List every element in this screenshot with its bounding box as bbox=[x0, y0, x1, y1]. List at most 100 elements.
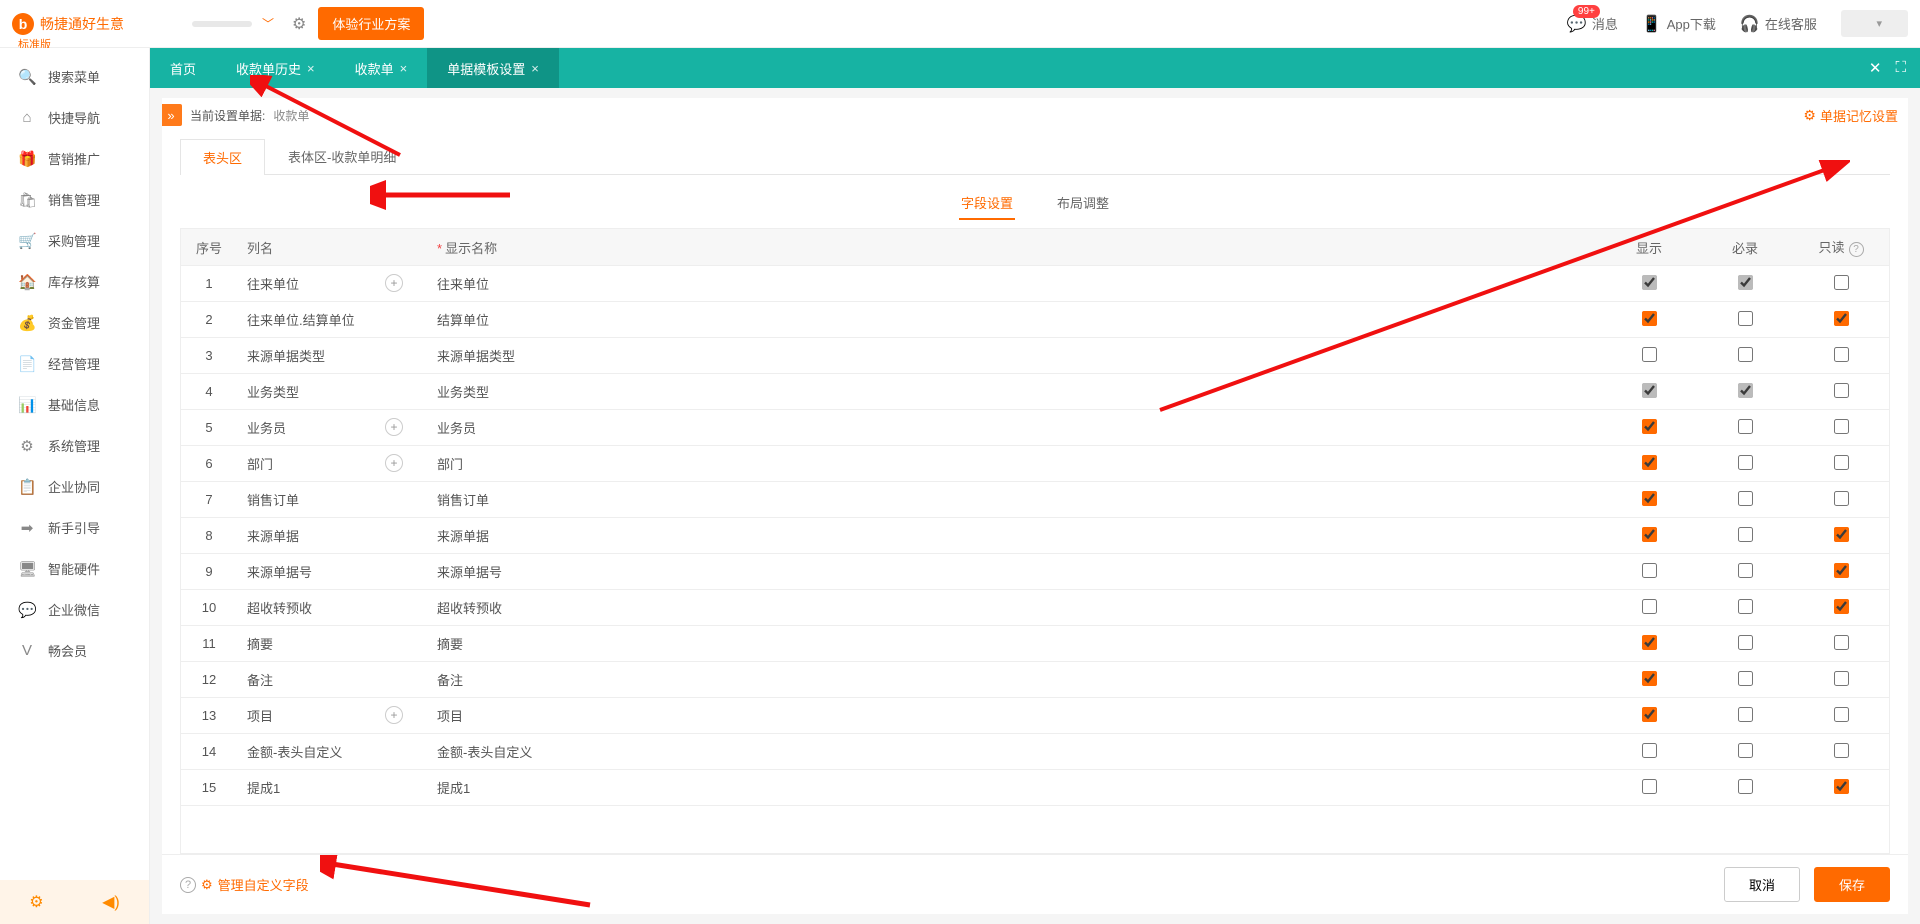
show-checkbox[interactable] bbox=[1642, 491, 1657, 506]
sidebar-item-inventory[interactable]: 🏠库存核算 bbox=[0, 261, 149, 302]
save-button[interactable]: 保存 bbox=[1814, 867, 1890, 902]
sidebar-item-purchase[interactable]: 🛒采购管理 bbox=[0, 220, 149, 261]
row-display[interactable]: 来源单据类型 bbox=[427, 338, 1601, 374]
customer-service-link[interactable]: 🎧 在线客服 bbox=[1740, 14, 1817, 34]
row-display[interactable]: 备注 bbox=[427, 662, 1601, 698]
show-checkbox[interactable] bbox=[1642, 347, 1657, 362]
close-icon[interactable]: × bbox=[531, 61, 539, 76]
sidebar-item-marketing[interactable]: 🎁营销推广 bbox=[0, 138, 149, 179]
sidebar-item-funds[interactable]: 💰资金管理 bbox=[0, 302, 149, 343]
readonly-checkbox[interactable] bbox=[1834, 635, 1849, 650]
sub-tab[interactable]: 字段设置 bbox=[959, 187, 1015, 220]
sidebar-item-member[interactable]: V畅会员 bbox=[0, 630, 149, 671]
add-icon[interactable]: + bbox=[385, 274, 403, 292]
close-icon[interactable]: × bbox=[307, 61, 315, 76]
manage-custom-fields-link[interactable]: ? ⚙ 管理自定义字段 bbox=[180, 875, 309, 894]
readonly-checkbox[interactable] bbox=[1834, 599, 1849, 614]
page-tab[interactable]: 收款单× bbox=[335, 48, 428, 88]
required-checkbox[interactable] bbox=[1738, 563, 1753, 578]
row-display[interactable]: 项目 bbox=[427, 698, 1601, 734]
required-checkbox[interactable] bbox=[1738, 527, 1753, 542]
required-checkbox[interactable] bbox=[1738, 275, 1753, 290]
trial-button[interactable]: 体验行业方案 bbox=[318, 7, 424, 40]
readonly-checkbox[interactable] bbox=[1834, 275, 1849, 290]
readonly-checkbox[interactable] bbox=[1834, 779, 1849, 794]
sub-tab[interactable]: 布局调整 bbox=[1055, 187, 1111, 220]
sidebar-item-quick-nav[interactable]: ⌂快捷导航 bbox=[0, 97, 149, 138]
close-all-icon[interactable]: ✕ bbox=[1869, 59, 1882, 77]
show-checkbox[interactable] bbox=[1642, 275, 1657, 290]
required-checkbox[interactable] bbox=[1738, 779, 1753, 794]
sidebar-item-sales[interactable]: 🛍销售管理 bbox=[0, 179, 149, 220]
readonly-checkbox[interactable] bbox=[1834, 311, 1849, 326]
row-display[interactable]: 往来单位 bbox=[427, 266, 1601, 302]
show-checkbox[interactable] bbox=[1642, 419, 1657, 434]
sidebar-item-wechat-work[interactable]: 💬企业微信 bbox=[0, 589, 149, 630]
row-display[interactable]: 提成1 bbox=[427, 770, 1601, 806]
page-tab[interactable]: 收款单历史× bbox=[216, 48, 335, 88]
row-display[interactable]: 超收转预收 bbox=[427, 590, 1601, 626]
add-icon[interactable]: + bbox=[385, 418, 403, 436]
row-display[interactable]: 业务类型 bbox=[427, 374, 1601, 410]
collapse-icon[interactable]: ◀) bbox=[102, 892, 120, 912]
sidebar-item-beginner-guide[interactable]: ➡新手引导 bbox=[0, 507, 149, 548]
doc-memory-settings-link[interactable]: ⚙ 单据记忆设置 bbox=[1803, 106, 1908, 125]
expand-sidebar-icon[interactable]: » bbox=[162, 104, 182, 126]
readonly-checkbox[interactable] bbox=[1834, 707, 1849, 722]
help-icon[interactable]: ? bbox=[1849, 242, 1864, 257]
readonly-checkbox[interactable] bbox=[1834, 383, 1849, 398]
required-checkbox[interactable] bbox=[1738, 455, 1753, 470]
show-checkbox[interactable] bbox=[1642, 563, 1657, 578]
show-checkbox[interactable] bbox=[1642, 311, 1657, 326]
required-checkbox[interactable] bbox=[1738, 635, 1753, 650]
readonly-checkbox[interactable] bbox=[1834, 527, 1849, 542]
readonly-checkbox[interactable] bbox=[1834, 419, 1849, 434]
show-checkbox[interactable] bbox=[1642, 635, 1657, 650]
sidebar-item-operations[interactable]: 📄经营管理 bbox=[0, 343, 149, 384]
page-tab[interactable]: 单据模板设置× bbox=[427, 48, 559, 88]
user-menu[interactable]: ▾ bbox=[1841, 10, 1908, 37]
area-tab[interactable]: 表头区 bbox=[180, 139, 265, 175]
show-checkbox[interactable] bbox=[1642, 527, 1657, 542]
area-tab[interactable]: 表体区-收款单明细 bbox=[265, 138, 419, 174]
show-checkbox[interactable] bbox=[1642, 455, 1657, 470]
fullscreen-icon[interactable]: ⛶ bbox=[1895, 59, 1906, 77]
sidebar-item-enterprise-collab[interactable]: 📋企业协同 bbox=[0, 466, 149, 507]
show-checkbox[interactable] bbox=[1642, 383, 1657, 398]
show-checkbox[interactable] bbox=[1642, 779, 1657, 794]
sidebar-item-search-menu[interactable]: 🔍搜索菜单 bbox=[0, 56, 149, 97]
readonly-checkbox[interactable] bbox=[1834, 563, 1849, 578]
settings-icon[interactable]: ⚙ bbox=[292, 14, 306, 34]
required-checkbox[interactable] bbox=[1738, 707, 1753, 722]
app-download-link[interactable]: 📱 App下载 bbox=[1642, 14, 1716, 34]
row-display[interactable]: 来源单据 bbox=[427, 518, 1601, 554]
sidebar-item-smart-hw[interactable]: 🖥智能硬件 bbox=[0, 548, 149, 589]
cancel-button[interactable]: 取消 bbox=[1724, 867, 1800, 902]
show-checkbox[interactable] bbox=[1642, 671, 1657, 686]
required-checkbox[interactable] bbox=[1738, 419, 1753, 434]
row-display[interactable]: 部门 bbox=[427, 446, 1601, 482]
required-checkbox[interactable] bbox=[1738, 347, 1753, 362]
row-display[interactable]: 销售订单 bbox=[427, 482, 1601, 518]
readonly-checkbox[interactable] bbox=[1834, 455, 1849, 470]
readonly-checkbox[interactable] bbox=[1834, 347, 1849, 362]
show-checkbox[interactable] bbox=[1642, 743, 1657, 758]
required-checkbox[interactable] bbox=[1738, 599, 1753, 614]
settings-icon[interactable]: ⚙ bbox=[29, 892, 43, 912]
row-display[interactable]: 金额-表头自定义 bbox=[427, 734, 1601, 770]
row-display[interactable]: 来源单据号 bbox=[427, 554, 1601, 590]
messages-link[interactable]: 99+ 💬 消息 bbox=[1567, 14, 1618, 34]
close-icon[interactable]: × bbox=[400, 61, 408, 76]
add-icon[interactable]: + bbox=[385, 454, 403, 472]
show-checkbox[interactable] bbox=[1642, 707, 1657, 722]
readonly-checkbox[interactable] bbox=[1834, 743, 1849, 758]
show-checkbox[interactable] bbox=[1642, 599, 1657, 614]
page-tab[interactable]: 首页 bbox=[150, 48, 216, 88]
required-checkbox[interactable] bbox=[1738, 491, 1753, 506]
required-checkbox[interactable] bbox=[1738, 743, 1753, 758]
readonly-checkbox[interactable] bbox=[1834, 671, 1849, 686]
required-checkbox[interactable] bbox=[1738, 311, 1753, 326]
required-checkbox[interactable] bbox=[1738, 671, 1753, 686]
fields-table-wrap[interactable]: 序号 列名 *显示名称 显示 必录 只读? 1往来单位+往来单位2往来单位.结算… bbox=[180, 228, 1890, 854]
sidebar-item-basic-info[interactable]: 📊基础信息 bbox=[0, 384, 149, 425]
